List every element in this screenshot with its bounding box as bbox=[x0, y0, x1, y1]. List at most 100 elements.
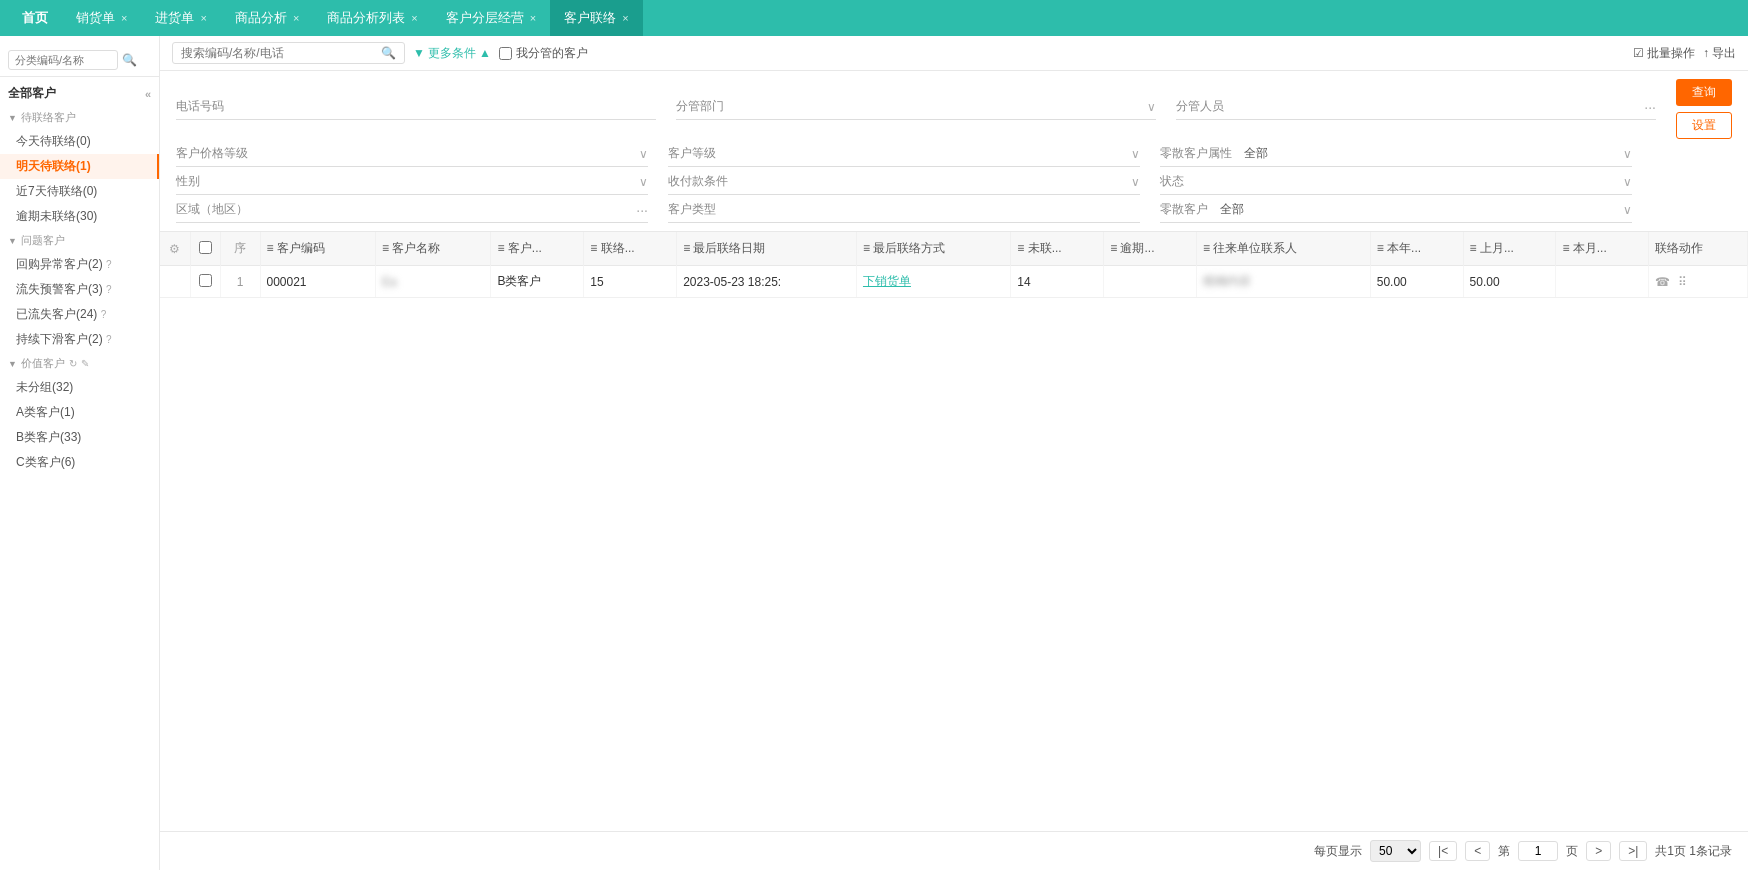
col-checkbox-header[interactable] bbox=[190, 232, 220, 266]
row-last-contact-date-cell: 2023-05-23 18:25: bbox=[677, 266, 857, 298]
col-last-month-header[interactable]: ≡ 上月... bbox=[1463, 232, 1556, 266]
first-page-btn[interactable]: |< bbox=[1429, 841, 1457, 861]
close-goods-analysis-list-icon[interactable]: × bbox=[411, 12, 417, 24]
retail-customer-label: 零散客户 bbox=[1160, 201, 1208, 218]
close-customer-contact-icon[interactable]: × bbox=[622, 12, 628, 24]
row-last-month-cell: 50.00 bbox=[1463, 266, 1556, 298]
row-checkbox-cell[interactable] bbox=[190, 266, 220, 298]
sidebar-search-input[interactable] bbox=[8, 50, 118, 70]
nav-customer-contact[interactable]: 客户联络 × bbox=[550, 0, 642, 36]
customer-level-dropdown-icon[interactable]: ∨ bbox=[1131, 147, 1140, 161]
close-sales-icon[interactable]: × bbox=[121, 12, 127, 24]
collapse-icon[interactable]: « bbox=[145, 88, 151, 100]
sidebar-item-type-a[interactable]: A类客户(1) bbox=[0, 400, 159, 425]
value-customers-refresh-icon[interactable]: ↻ bbox=[69, 358, 77, 369]
col-last-contact-date-header[interactable]: ≡ 最后联络日期 bbox=[677, 232, 857, 266]
prev-page-btn[interactable]: < bbox=[1465, 841, 1490, 861]
filter-row-1: 电话号码 分管部门 ∨ 分管人员 ··· 查询 设置 bbox=[176, 79, 1732, 139]
payment-label: 收付款条件 bbox=[668, 173, 728, 190]
set-btn[interactable]: 设置 bbox=[1676, 112, 1732, 139]
nav-home[interactable]: 首页 bbox=[8, 0, 62, 36]
contact-method-link[interactable]: 下销货单 bbox=[863, 274, 911, 288]
customer-type-input[interactable] bbox=[724, 203, 1140, 217]
price-level-dropdown-icon[interactable]: ∨ bbox=[639, 147, 648, 161]
customer-level-input[interactable] bbox=[724, 147, 1140, 161]
chevron-up-icon: ▲ bbox=[479, 46, 491, 60]
table-row: 1 000021 Ea B类客户 15 2023-05-23 18:25: 下销… bbox=[160, 266, 1748, 298]
search-icon[interactable]: 🔍 bbox=[381, 46, 396, 60]
batch-ops-label: 批量操作 bbox=[1647, 45, 1695, 62]
select-all-checkbox[interactable] bbox=[199, 241, 212, 254]
status-input[interactable] bbox=[1192, 175, 1632, 189]
col-contacts-header[interactable]: ≡ 联络... bbox=[584, 232, 677, 266]
region-ellipsis-icon[interactable]: ··· bbox=[636, 202, 648, 218]
last-page-btn[interactable]: >| bbox=[1619, 841, 1647, 861]
sidebar-item-week[interactable]: 近7天待联络(0) bbox=[0, 179, 159, 204]
gender-dropdown-icon[interactable]: ∨ bbox=[639, 175, 648, 189]
batch-ops-btn[interactable]: ☑ 批量操作 bbox=[1633, 45, 1695, 62]
row-checkbox[interactable] bbox=[199, 274, 212, 287]
sidebar-item-type-b[interactable]: B类客户(33) bbox=[0, 425, 159, 450]
col-overdue-header[interactable]: ≡ 逾期... bbox=[1104, 232, 1197, 266]
page-input[interactable] bbox=[1518, 841, 1558, 861]
payment-dropdown-icon[interactable]: ∨ bbox=[1131, 175, 1140, 189]
customer-table: ⚙ 序 ≡ 客户编码 ≡ 客户名称 ≡ 客户... ≡ 联络... ≡ 最后联络… bbox=[160, 232, 1748, 298]
dept-input[interactable] bbox=[732, 100, 1156, 114]
payment-input[interactable] bbox=[736, 175, 1140, 189]
more-conditions-btn[interactable]: ▼ 更多条件 ▲ bbox=[413, 45, 491, 62]
manager-input[interactable] bbox=[1232, 100, 1656, 114]
sidebar-item-repurchase-abnormal[interactable]: 回购异常客户(2) ? bbox=[0, 252, 159, 277]
all-customers-header[interactable]: 全部客户 « bbox=[0, 81, 159, 106]
sidebar-item-tomorrow[interactable]: 明天待联络(1) bbox=[0, 154, 159, 179]
price-level-input[interactable] bbox=[256, 147, 648, 161]
sidebar-search-icon[interactable]: 🔍 bbox=[122, 53, 137, 67]
nav-goods-analysis[interactable]: 商品分析 × bbox=[221, 0, 313, 36]
sidebar-item-type-c[interactable]: C类客户(6) bbox=[0, 450, 159, 475]
export-icon: ↑ bbox=[1703, 46, 1709, 60]
phone-input[interactable] bbox=[232, 100, 656, 114]
value-customers-edit-icon[interactable]: ✎ bbox=[81, 358, 89, 369]
content-area: 🔍 ▼ 更多条件 ▲ 我分管的客户 ☑ 批量操作 ↑ 导出 bbox=[160, 36, 1748, 870]
dept-dropdown-icon[interactable]: ∨ bbox=[1147, 100, 1156, 114]
action-more-icon[interactable]: ⠿ bbox=[1678, 275, 1687, 289]
company-contact-blurred: 模糊内容 bbox=[1203, 274, 1251, 288]
manager-ellipsis-icon[interactable]: ··· bbox=[1644, 99, 1656, 115]
gender-input[interactable] bbox=[208, 175, 648, 189]
nav-goods-analysis-list[interactable]: 商品分析列表 × bbox=[313, 0, 431, 36]
sidebar-item-ungrouped[interactable]: 未分组(32) bbox=[0, 375, 159, 400]
sidebar-item-declining[interactable]: 持续下滑客户(2) ? bbox=[0, 327, 159, 352]
page-size-select[interactable]: 50 100 200 bbox=[1370, 840, 1421, 862]
col-type-header[interactable]: ≡ 客户... bbox=[491, 232, 584, 266]
row-this-month-cell bbox=[1556, 266, 1649, 298]
col-this-year-header[interactable]: ≡ 本年... bbox=[1370, 232, 1463, 266]
status-dropdown-icon[interactable]: ∨ bbox=[1623, 175, 1632, 189]
sidebar-item-today[interactable]: 今天待联络(0) bbox=[0, 129, 159, 154]
nav-sales[interactable]: 销货单 × bbox=[62, 0, 141, 36]
search-input[interactable] bbox=[181, 46, 381, 60]
col-code-header[interactable]: ≡ 客户编码 bbox=[260, 232, 375, 266]
col-settings-header[interactable]: ⚙ bbox=[160, 232, 190, 266]
retail-customer-dropdown-icon[interactable]: ∨ bbox=[1623, 203, 1632, 217]
close-purchase-icon[interactable]: × bbox=[200, 12, 206, 24]
close-customer-tier-icon[interactable]: × bbox=[530, 12, 536, 24]
close-goods-analysis-icon[interactable]: × bbox=[293, 12, 299, 24]
col-name-header[interactable]: ≡ 客户名称 bbox=[375, 232, 490, 266]
sidebar-item-churn-warning[interactable]: 流失预警客户(3) ? bbox=[0, 277, 159, 302]
my-customers-checkbox[interactable] bbox=[499, 47, 512, 60]
nav-customer-tier[interactable]: 客户分层经营 × bbox=[432, 0, 550, 36]
export-btn[interactable]: ↑ 导出 bbox=[1703, 45, 1736, 62]
nav-purchase[interactable]: 进货单 × bbox=[141, 0, 220, 36]
col-uncontacted-header[interactable]: ≡ 未联... bbox=[1011, 232, 1104, 266]
retail-attr-dropdown-icon[interactable]: ∨ bbox=[1623, 147, 1632, 161]
sidebar-item-overdue[interactable]: 逾期未联络(30) bbox=[0, 204, 159, 229]
region-input[interactable] bbox=[256, 203, 648, 217]
next-page-btn[interactable]: > bbox=[1586, 841, 1611, 861]
query-btn[interactable]: 查询 bbox=[1676, 79, 1732, 106]
sidebar-item-churned[interactable]: 已流失客户(24) ? bbox=[0, 302, 159, 327]
my-customers-checkbox-label[interactable]: 我分管的客户 bbox=[499, 45, 588, 62]
action-call-icon[interactable]: ☎ bbox=[1655, 275, 1670, 289]
filter-row-2: 客户价格等级 ∨ 客户等级 ∨ 零散客户属性 全部 ∨ bbox=[176, 145, 1732, 167]
col-this-month-header[interactable]: ≡ 本月... bbox=[1556, 232, 1649, 266]
col-last-contact-method-header[interactable]: ≡ 最后联络方式 bbox=[856, 232, 1010, 266]
col-company-contact-header[interactable]: ≡ 往来单位联系人 bbox=[1196, 232, 1370, 266]
